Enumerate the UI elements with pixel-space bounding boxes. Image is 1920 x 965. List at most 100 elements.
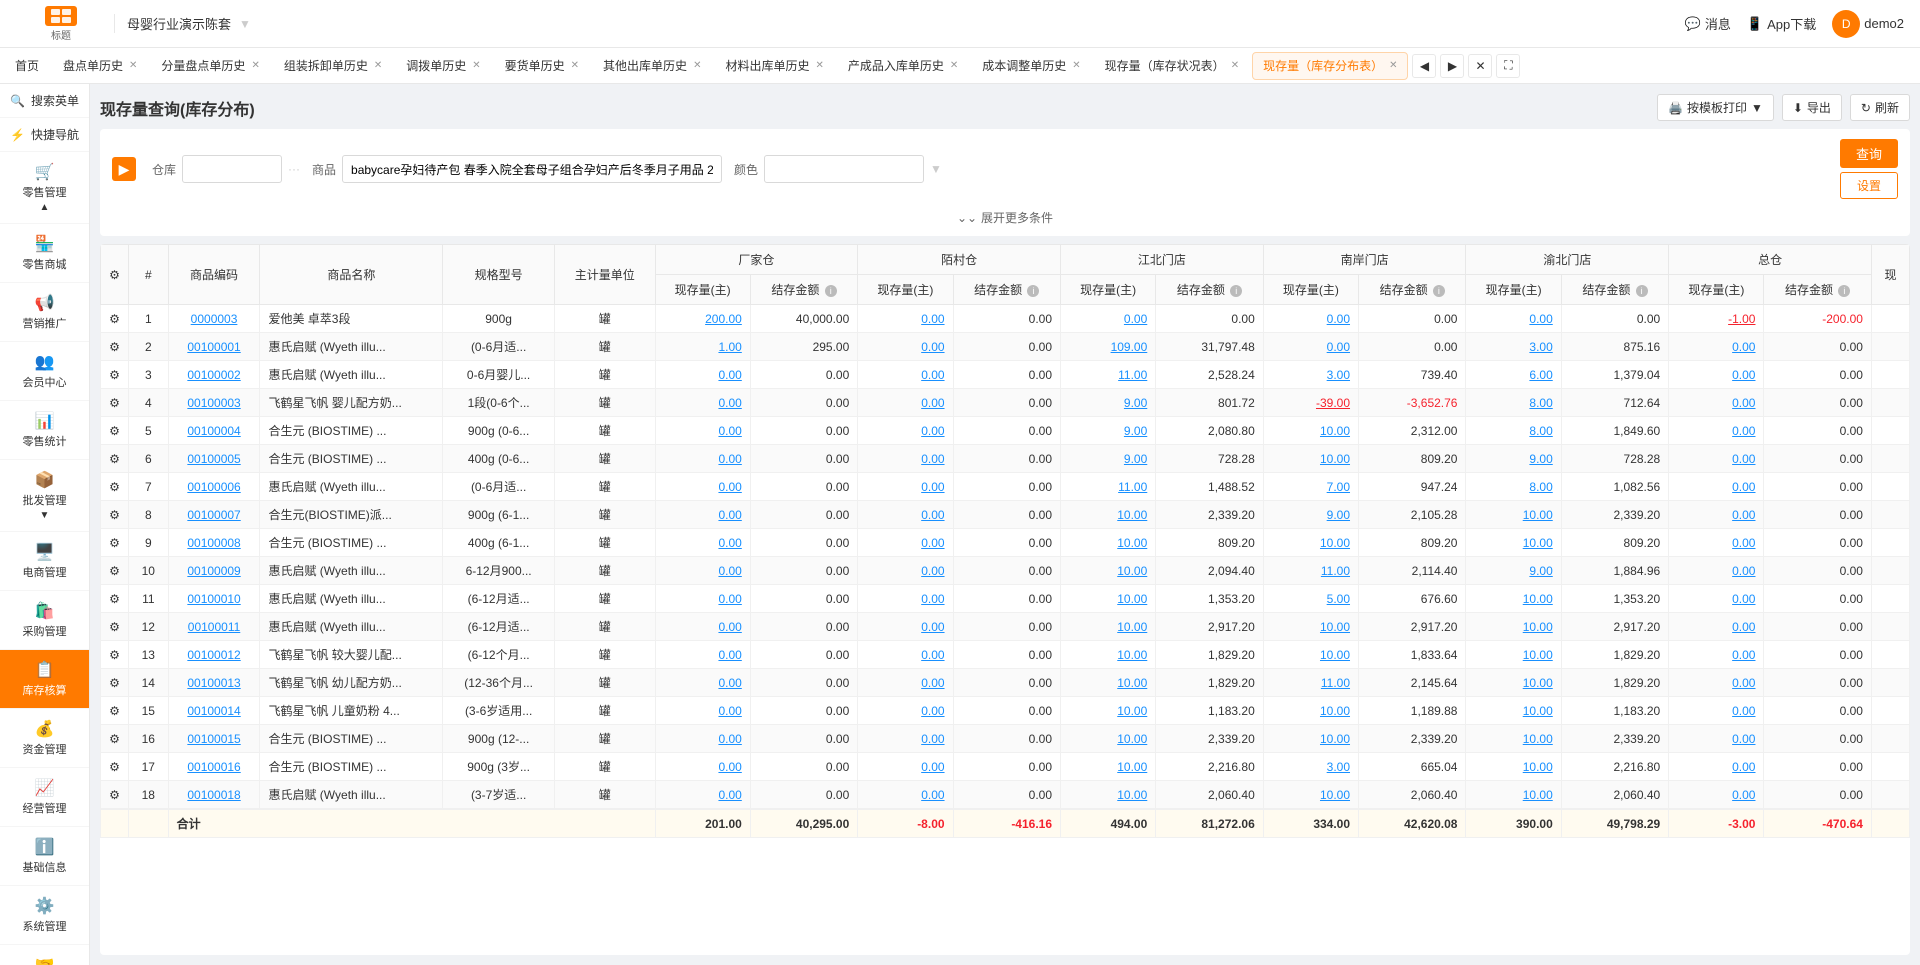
close-icon[interactable]: ✕ [1072, 60, 1080, 71]
c5-qty-cell[interactable]: 10.00 [1466, 781, 1561, 810]
c5-qty-cell[interactable]: 10.00 [1466, 613, 1561, 641]
tot-qty-cell[interactable]: 0.00 [1669, 529, 1764, 557]
settings-cell[interactable]: ⚙ [101, 669, 129, 697]
c1-qty-cell[interactable]: 0.00 [655, 697, 750, 725]
c4-qty-cell[interactable]: 10.00 [1263, 613, 1358, 641]
c1-qty-cell[interactable]: 200.00 [655, 305, 750, 333]
c2-qty-cell[interactable]: 0.00 [858, 669, 953, 697]
sidebar-item-operations[interactable]: 📈 经营管理 [0, 768, 89, 827]
c5-qty-cell[interactable]: 10.00 [1466, 669, 1561, 697]
tot-qty-cell[interactable]: 0.00 [1669, 361, 1764, 389]
c5-qty-cell[interactable]: 0.00 [1466, 305, 1561, 333]
tot-qty-cell[interactable]: 0.00 [1669, 613, 1764, 641]
c1-qty-cell[interactable]: 0.00 [655, 529, 750, 557]
tab-stock-dist[interactable]: 现存量（库存分布表） ✕ [1252, 52, 1408, 80]
c2-qty-cell[interactable]: 0.00 [858, 417, 953, 445]
sidebar-item-retail-shop[interactable]: 🏪 零售商城 [0, 224, 89, 283]
close-icon[interactable]: ✕ [1231, 60, 1239, 71]
settings-cell[interactable]: ⚙ [101, 473, 129, 501]
tab-sub-inventory[interactable]: 分量盘点单历史 ✕ [150, 52, 270, 80]
c1-qty-cell[interactable]: 0.00 [655, 781, 750, 810]
close-icon[interactable]: ✕ [950, 60, 958, 71]
tab-assemble[interactable]: 组装拆卸单历史 ✕ [273, 52, 393, 80]
close-icon[interactable]: ✕ [693, 60, 701, 71]
c2-qty-cell[interactable]: 0.00 [858, 361, 953, 389]
sidebar-item-finance[interactable]: 💰 资金管理 [0, 709, 89, 768]
tot-qty-cell[interactable]: 0.00 [1669, 725, 1764, 753]
c3-qty-cell[interactable]: 10.00 [1061, 697, 1156, 725]
c3-qty-cell[interactable]: 10.00 [1061, 557, 1156, 585]
c3-qty-cell[interactable]: 11.00 [1061, 361, 1156, 389]
settings-cell[interactable]: ⚙ [101, 389, 129, 417]
c5-qty-cell[interactable]: 3.00 [1466, 333, 1561, 361]
close-icon[interactable]: ✕ [815, 60, 823, 71]
warehouse-input[interactable] [182, 155, 282, 183]
c2-qty-cell[interactable]: 0.00 [858, 501, 953, 529]
c5-qty-cell[interactable]: 8.00 [1466, 389, 1561, 417]
c2-qty-cell[interactable]: 0.00 [858, 725, 953, 753]
close-icon[interactable]: ✕ [1389, 60, 1397, 71]
c1-qty-cell[interactable]: 0.00 [655, 473, 750, 501]
close-icon[interactable]: ✕ [374, 60, 382, 71]
tab-material-out[interactable]: 材料出库单历史 ✕ [714, 52, 834, 80]
c2-qty-cell[interactable]: 0.00 [858, 333, 953, 361]
c5-qty-cell[interactable]: 8.00 [1466, 473, 1561, 501]
app-download-btn[interactable]: 📱 App下载 [1747, 14, 1816, 33]
c5-qty-cell[interactable]: 8.00 [1466, 417, 1561, 445]
c3-qty-cell[interactable]: 9.00 [1061, 417, 1156, 445]
c1-qty-cell[interactable]: 0.00 [655, 725, 750, 753]
c4-qty-cell[interactable]: 9.00 [1263, 501, 1358, 529]
c3-qty-cell[interactable]: 10.00 [1061, 613, 1156, 641]
c3-qty-cell[interactable]: 10.00 [1061, 529, 1156, 557]
settings-cell[interactable]: ⚙ [101, 641, 129, 669]
c4-qty-cell[interactable]: 0.00 [1263, 333, 1358, 361]
tot-qty-cell[interactable]: -1.00 [1669, 305, 1764, 333]
code-cell[interactable]: 00100006 [168, 473, 260, 501]
query-btn[interactable]: 查询 [1840, 139, 1898, 168]
code-cell[interactable]: 00100016 [168, 753, 260, 781]
c3-qty-cell[interactable]: 109.00 [1061, 333, 1156, 361]
c3-qty-cell[interactable]: 10.00 [1061, 725, 1156, 753]
code-cell[interactable]: 00100004 [168, 417, 260, 445]
c1-qty-cell[interactable]: 0.00 [655, 585, 750, 613]
tot-qty-cell[interactable]: 0.00 [1669, 473, 1764, 501]
close-icon[interactable]: ✕ [571, 60, 579, 71]
settings-cell[interactable]: ⚙ [101, 557, 129, 585]
tot-qty-cell[interactable]: 0.00 [1669, 585, 1764, 613]
c4-qty-cell[interactable]: -39.00 [1263, 389, 1358, 417]
settings-cell[interactable]: ⚙ [101, 333, 129, 361]
tot-qty-cell[interactable]: 0.00 [1669, 445, 1764, 473]
total-amt-info-icon[interactable]: i [1838, 285, 1850, 297]
c5-qty-cell[interactable]: 10.00 [1466, 753, 1561, 781]
c3-qty-cell[interactable]: 10.00 [1061, 641, 1156, 669]
sidebar-search[interactable]: 🔍 搜索英单 [0, 84, 89, 118]
sidebar-item-marketing[interactable]: 📢 营销推广 [0, 283, 89, 342]
print-btn[interactable]: 🖨️ 按模板打印 ▼ [1657, 94, 1774, 121]
c1-qty-cell[interactable]: 0.00 [655, 389, 750, 417]
c2-qty-cell[interactable]: 0.00 [858, 753, 953, 781]
c4-qty-cell[interactable]: 3.00 [1263, 753, 1358, 781]
sidebar-item-ecommerce[interactable]: 🖥️ 电商管理 [0, 532, 89, 591]
c4-qty-cell[interactable]: 10.00 [1263, 725, 1358, 753]
tot-qty-cell[interactable]: 0.00 [1669, 641, 1764, 669]
code-cell[interactable]: 00100012 [168, 641, 260, 669]
refresh-btn[interactable]: ↻ 刷新 [1850, 94, 1910, 121]
c1-qty-cell[interactable]: 0.00 [655, 641, 750, 669]
c3-qty-cell[interactable]: 9.00 [1061, 445, 1156, 473]
code-cell[interactable]: 00100010 [168, 585, 260, 613]
tab-requisition[interactable]: 要货单历史 ✕ [494, 52, 590, 80]
warehouse-dots[interactable]: ··· [288, 162, 300, 176]
sidebar-item-inventory[interactable]: 📋 库存核算 [0, 650, 89, 709]
color-input[interactable] [764, 155, 924, 183]
industry-selector[interactable]: 母婴行业演示陈套 [127, 14, 231, 33]
code-cell[interactable]: 00100005 [168, 445, 260, 473]
tab-product-in[interactable]: 产成品入库单历史 ✕ [837, 52, 969, 80]
c5-qty-cell[interactable]: 10.00 [1466, 641, 1561, 669]
c1-qty-cell[interactable]: 0.00 [655, 753, 750, 781]
c5-qty-cell[interactable]: 10.00 [1466, 697, 1561, 725]
c2-qty-cell[interactable]: 0.00 [858, 697, 953, 725]
close-icon[interactable]: ✕ [472, 60, 480, 71]
code-cell[interactable]: 00100014 [168, 697, 260, 725]
code-cell[interactable]: 00100013 [168, 669, 260, 697]
c2-qty-cell[interactable]: 0.00 [858, 613, 953, 641]
